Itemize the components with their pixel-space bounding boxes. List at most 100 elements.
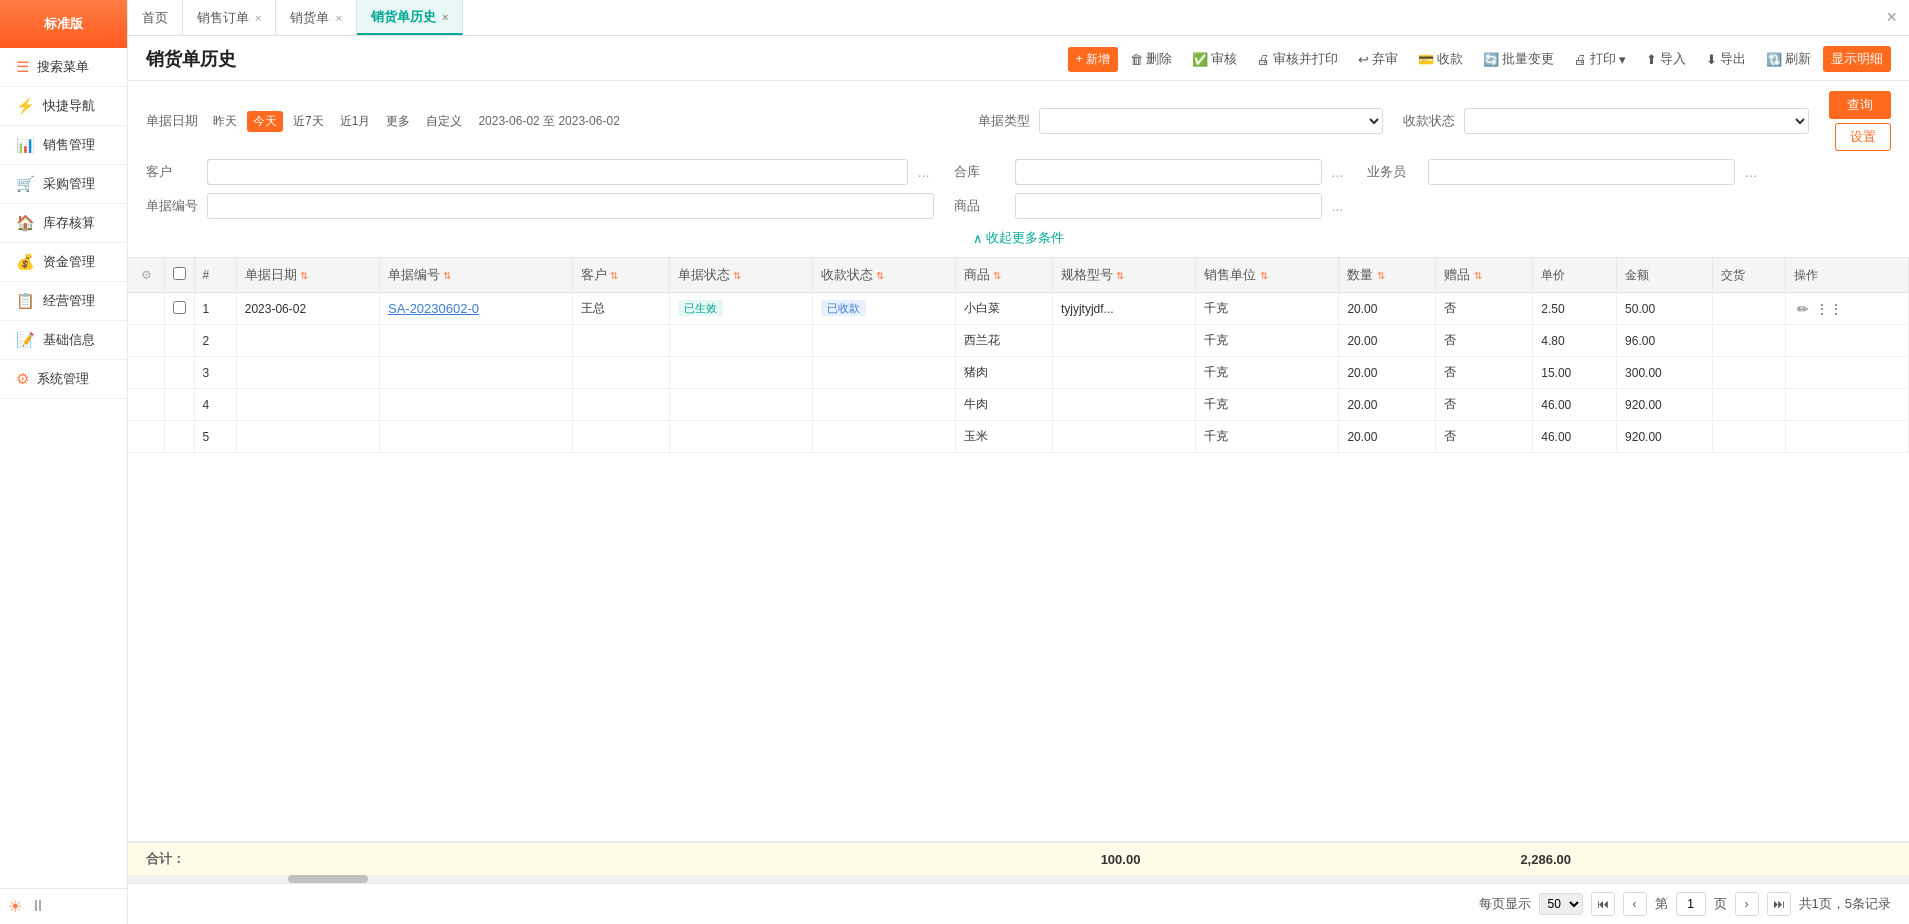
sidebar-item-quick-nav[interactable]: ⚡ 快捷导航: [0, 87, 127, 126]
delete-button[interactable]: 🗑 删除: [1122, 46, 1180, 72]
sort-unit-icon[interactable]: ⇅: [1260, 270, 1268, 281]
date-chip-more[interactable]: 更多: [380, 111, 416, 132]
date-chip-7days[interactable]: 近7天: [287, 111, 330, 132]
col-unit[interactable]: 销售单位 ⇅: [1196, 258, 1339, 293]
content-area: 销货单历史 + 新增 🗑 删除 ✅ 审核 🖨 审核并打印 ↩ 弃审: [128, 36, 1909, 924]
tab-sales-order-close[interactable]: ×: [255, 12, 261, 24]
sort-qty-icon[interactable]: ⇅: [1377, 270, 1385, 281]
col-spec[interactable]: 规格型号 ⇅: [1052, 258, 1195, 293]
warehouse-input[interactable]: [1015, 159, 1322, 185]
doc-type-label: 单据类型: [978, 112, 1033, 130]
refresh-button[interactable]: 🔃 刷新: [1758, 46, 1819, 72]
query-button[interactable]: 查询: [1829, 91, 1891, 119]
page-number-input[interactable]: [1676, 892, 1706, 916]
row-checkbox[interactable]: [173, 301, 186, 314]
col-gift[interactable]: 赠品 ⇅: [1436, 258, 1533, 293]
col-price: 单价: [1533, 258, 1617, 293]
next-page-button[interactable]: ›: [1735, 892, 1759, 916]
tab-sales-history-close[interactable]: ×: [442, 11, 448, 23]
sidebar-item-label: 资金管理: [43, 253, 95, 271]
sort-doc-status-icon[interactable]: ⇅: [733, 270, 741, 281]
sort-gift-icon[interactable]: ⇅: [1474, 270, 1482, 281]
docno-input[interactable]: [207, 193, 934, 219]
date-chip-yesterday[interactable]: 昨天: [207, 111, 243, 132]
row-customer: 王总: [572, 293, 669, 325]
date-chip-1month[interactable]: 近1月: [334, 111, 377, 132]
row-checkbox-cell: [164, 389, 194, 421]
import-button[interactable]: ⬆ 导入: [1638, 46, 1694, 72]
salesperson-dots[interactable]: ...: [1741, 164, 1761, 180]
sidebar-item-sys-mgmt[interactable]: ⚙ 系统管理: [0, 360, 127, 399]
first-page-button[interactable]: ⏮: [1591, 892, 1615, 916]
tab-home[interactable]: 首页: [128, 0, 183, 35]
row-seq: 5: [194, 421, 236, 453]
goods-dots[interactable]: ...: [1328, 198, 1348, 214]
sidebar-item-base-info[interactable]: 📝 基础信息: [0, 321, 127, 360]
setting-button[interactable]: 设置: [1835, 123, 1891, 151]
batch-change-label: 批量变更: [1502, 50, 1554, 68]
goods-input[interactable]: [1015, 193, 1322, 219]
tab-sales-order[interactable]: 销售订单 ×: [183, 0, 276, 35]
prev-page-button[interactable]: ‹: [1623, 892, 1647, 916]
last-page-button[interactable]: ⏭: [1767, 892, 1791, 916]
date-chip-today[interactable]: 今天: [247, 111, 283, 132]
receive-button[interactable]: 💳 收款: [1410, 46, 1471, 72]
table-scroll-bar[interactable]: [128, 875, 1909, 883]
row-doc-no-link[interactable]: SA-20230602-0: [388, 301, 479, 316]
page-size-select[interactable]: 50: [1539, 893, 1583, 915]
pause-icon[interactable]: ⏸: [30, 897, 46, 916]
col-doc-no[interactable]: 单据编号 ⇅: [379, 258, 572, 293]
tab-sales-delivery-close[interactable]: ×: [335, 12, 341, 24]
col-settings[interactable]: ⚙: [128, 258, 164, 293]
review-print-button[interactable]: 🖨 审核并打印: [1249, 46, 1346, 72]
select-all-checkbox[interactable]: [173, 267, 186, 280]
sidebar-item-finance[interactable]: 💰 资金管理: [0, 243, 127, 282]
print-button[interactable]: 🖨 打印 ▾: [1566, 46, 1634, 72]
sort-customer-icon[interactable]: ⇅: [610, 270, 618, 281]
sidebar-item-inventory[interactable]: 🏠 库存核算: [0, 204, 127, 243]
col-doc-date[interactable]: 单据日期 ⇅: [236, 258, 379, 293]
show-detail-button[interactable]: 显示明细: [1823, 46, 1891, 72]
warehouse-dots[interactable]: ...: [1328, 164, 1348, 180]
sidebar-item-operations[interactable]: 📋 经营管理: [0, 282, 127, 321]
theme-icon[interactable]: ☀: [8, 897, 22, 916]
more-op-button[interactable]: ⋮⋮: [1812, 301, 1846, 317]
edit-op-button[interactable]: ✏: [1794, 301, 1812, 317]
customer-dots[interactable]: ...: [914, 164, 934, 180]
row-unit: 千克: [1196, 389, 1339, 421]
abandon-button[interactable]: ↩ 弃审: [1350, 46, 1406, 72]
export-button[interactable]: ⬇ 导出: [1698, 46, 1754, 72]
customer-input[interactable]: [207, 159, 908, 185]
tab-sales-history[interactable]: 销货单历史 ×: [357, 0, 463, 35]
doc-type-select[interactable]: [1039, 108, 1384, 134]
payment-status-select[interactable]: [1464, 108, 1809, 134]
col-goods[interactable]: 商品 ⇅: [956, 258, 1053, 293]
collapse-button[interactable]: ∧ 收起更多条件: [973, 229, 1064, 247]
sidebar-item-sales-mgmt[interactable]: 📊 销售管理: [0, 126, 127, 165]
sort-doc-no-icon[interactable]: ⇅: [443, 270, 451, 281]
window-close[interactable]: ×: [1886, 7, 1909, 28]
row-doc-no: [379, 421, 572, 453]
page-label: 第: [1655, 895, 1668, 913]
sort-doc-date-icon[interactable]: ⇅: [300, 270, 308, 281]
export-icon: ⬇: [1706, 52, 1717, 67]
batch-change-button[interactable]: 🔄 批量变更: [1475, 46, 1562, 72]
col-qty[interactable]: 数量 ⇅: [1339, 258, 1436, 293]
review-button[interactable]: ✅ 审核: [1184, 46, 1245, 72]
row-action: [1785, 421, 1908, 453]
row-action: [1785, 357, 1908, 389]
sidebar-item-search-menu[interactable]: ☰ 搜索菜单: [0, 48, 127, 87]
date-chip-custom[interactable]: 自定义: [420, 111, 468, 132]
sort-goods-icon[interactable]: ⇅: [993, 270, 1001, 281]
col-doc-status[interactable]: 单据状态 ⇅: [669, 258, 812, 293]
delete-icon: 🗑: [1130, 52, 1143, 67]
tab-sales-delivery[interactable]: 销货单 ×: [276, 0, 356, 35]
new-button[interactable]: + 新增: [1068, 47, 1118, 72]
sort-payment-status-icon[interactable]: ⇅: [876, 270, 884, 281]
table-scroll-thumb[interactable]: [288, 875, 368, 883]
col-payment-status[interactable]: 收款状态 ⇅: [812, 258, 955, 293]
sidebar-item-purchase-mgmt[interactable]: 🛒 采购管理: [0, 165, 127, 204]
salesperson-input[interactable]: [1428, 159, 1735, 185]
sort-spec-icon[interactable]: ⇅: [1116, 270, 1124, 281]
col-customer[interactable]: 客户 ⇅: [572, 258, 669, 293]
